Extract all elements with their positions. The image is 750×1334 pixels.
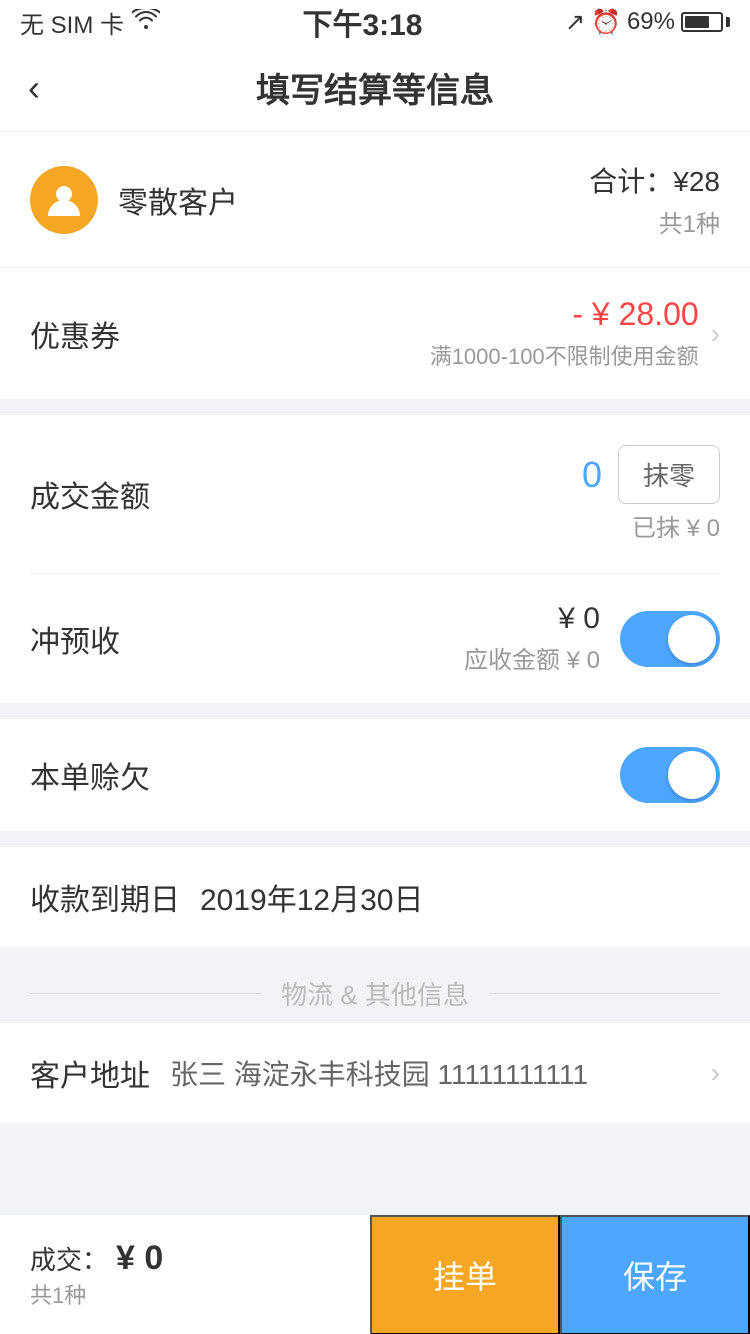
coupon-row[interactable]: 优惠券 - ¥ 28.00 满1000-100不限制使用金额 › [0,267,750,399]
customer-row: 零散客户 合计：¥28 共1种 [0,132,750,267]
rounded-detail: 已抹 ¥ 0 [522,508,720,543]
coupon-description: 满1000-100不限制使用金额 [430,339,699,371]
customer-info: 零散客户 [30,166,238,234]
due-date-value: 2019年12月30日 [200,875,423,919]
prepayment-label: 冲预收 [30,617,120,661]
due-date-row: 收款到期日 2019年12月30日 [30,875,720,919]
status-bar-left: 无 SIM 卡 [20,5,160,40]
summary-count: 共1种 [30,1278,340,1310]
status-bar-right: ↗ ⏰ 69% [565,8,730,37]
status-bar: 无 SIM 卡 下午3:18 ↗ ⏰ 69% [0,0,750,44]
due-date-section: 收款到期日 2019年12月30日 [0,847,750,947]
avatar [30,166,98,234]
prepayment-amount: ¥ 0 [464,602,600,636]
nav-bar: ‹ 填写结算等信息 [0,44,750,132]
coupon-info: - ¥ 28.00 满1000-100不限制使用金额 [430,296,699,371]
transaction-amount-label: 成交金额 [30,472,150,516]
transaction-amount-row: 成交金额 抹零 已抹 ¥ 0 [30,415,720,574]
hold-button[interactable]: 挂单 [370,1215,560,1334]
debt-section: 本单赊欠 [0,719,750,831]
battery-percent: 69% [627,8,675,36]
section-divider-1 [0,703,750,719]
transaction-amount-input[interactable] [522,454,602,496]
chevron-right-icon: › [711,318,720,350]
total-amount: 合计：¥28 [589,160,720,200]
save-button[interactable]: 保存 [560,1215,750,1334]
prepayment-amounts: ¥ 0 应收金额 ¥ 0 [464,602,600,675]
due-date-label: 收款到期日 [30,875,180,919]
debt-label: 本单赊欠 [30,753,150,797]
address-section[interactable]: 客户地址 张三 海淀永丰科技园 11111111111 › [0,1023,750,1123]
location-icon: ↗ [565,8,585,37]
receivable-amount: 应收金额 ¥ 0 [464,640,600,675]
debt-toggle[interactable] [620,747,720,803]
coupon-right: - ¥ 28.00 满1000-100不限制使用金额 › [430,296,720,371]
alarm-icon: ⏰ [591,8,621,37]
bottom-summary: 成交： ¥ 0 共1种 [0,1239,370,1310]
status-time: 下午3:18 [302,0,422,44]
nav-title: 填写结算等信息 [256,63,494,112]
prepayment-toggle[interactable] [620,611,720,667]
sim-signal: 无 SIM 卡 [20,5,124,40]
address-label: 客户地址 [30,1051,150,1095]
battery-icon [681,12,730,32]
bottom-bar: 成交： ¥ 0 共1种 挂单 保存 [0,1214,750,1334]
logistics-label: 物流 & 其他信息 [261,975,489,1012]
customer-section: 零散客户 合计：¥28 共1种 优惠券 - ¥ 28.00 满1000-100不… [0,132,750,399]
summary-amount: ¥ 0 [116,1239,163,1278]
summary-title: 成交： [30,1240,108,1277]
prepayment-right: ¥ 0 应收金额 ¥ 0 [464,602,720,675]
prepayment-row: 冲预收 ¥ 0 应收金额 ¥ 0 [30,574,720,703]
customer-total: 合计：¥28 共1种 [589,160,720,239]
round-button[interactable]: 抹零 [618,445,720,504]
coupon-amount: - ¥ 28.00 [430,296,699,333]
customer-name: 零散客户 [118,178,238,222]
total-count: 共1种 [589,204,720,239]
transaction-amount-right: 抹零 [522,445,720,504]
address-value: 张三 海淀永丰科技园 11111111111 [170,1053,711,1093]
transaction-section: 成交金额 抹零 已抹 ¥ 0 冲预收 ¥ 0 应收金额 ¥ 0 [0,415,750,703]
coupon-label: 优惠券 [30,312,120,356]
back-button[interactable]: ‹ [28,67,40,109]
address-chevron-icon: › [711,1057,720,1089]
logistics-divider: 物流 & 其他信息 [0,963,750,1023]
wifi-icon [132,8,160,36]
